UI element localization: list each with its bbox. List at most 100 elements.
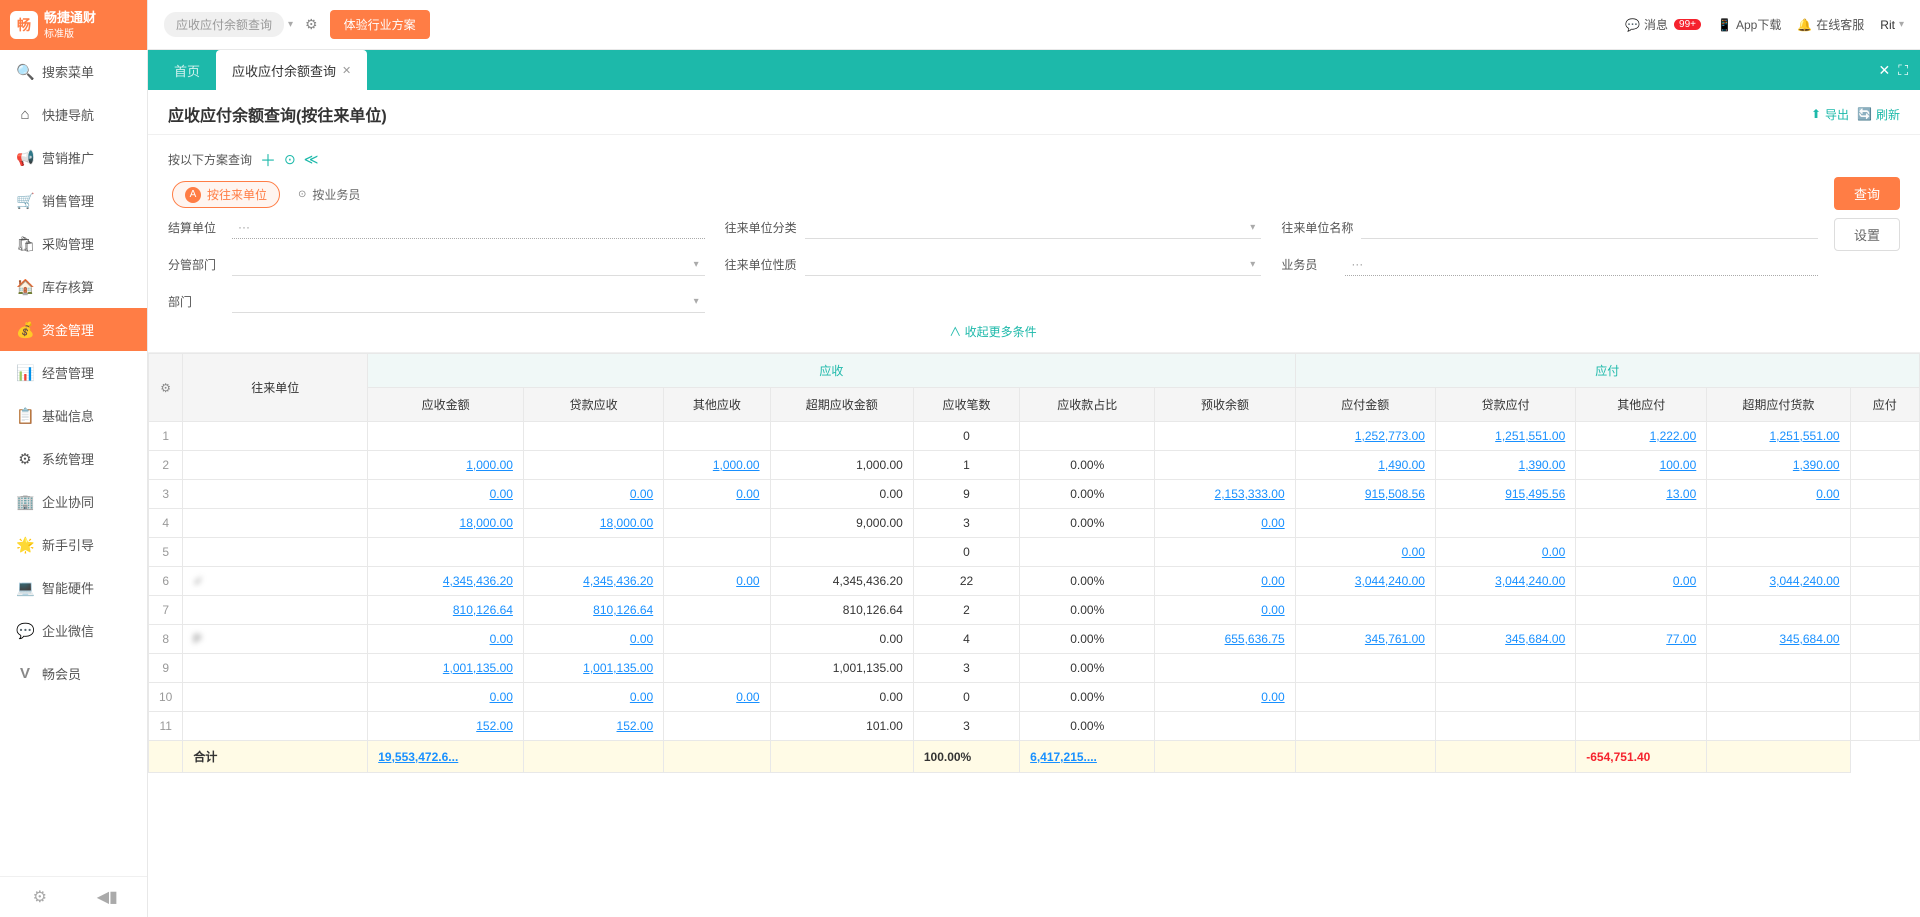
- data-cell[interactable]: 18,000.00: [368, 509, 524, 538]
- link-value[interactable]: 77.00: [1666, 632, 1696, 646]
- link-value[interactable]: 0.00: [736, 690, 759, 704]
- data-cell[interactable]: [1707, 712, 1850, 741]
- table-settings-col[interactable]: ⚙: [149, 354, 183, 422]
- link-value[interactable]: 0.00: [630, 487, 653, 501]
- link-value[interactable]: 1,251,551.00: [1495, 429, 1565, 443]
- data-cell[interactable]: [368, 538, 524, 567]
- data-cell[interactable]: [523, 538, 663, 567]
- user-action[interactable]: Rit ▾: [1880, 18, 1904, 32]
- data-cell[interactable]: [664, 654, 770, 683]
- sidebar-item-hardware[interactable]: 💻 智能硬件: [0, 566, 147, 609]
- data-cell[interactable]: 1,000.00: [368, 451, 524, 480]
- sidebar-settings-btn[interactable]: ⚙: [10, 887, 70, 907]
- data-cell[interactable]: [1707, 538, 1850, 567]
- data-cell[interactable]: [1295, 654, 1435, 683]
- link-value[interactable]: 0.00: [1816, 487, 1839, 501]
- data-cell[interactable]: [1155, 654, 1295, 683]
- data-cell[interactable]: [1707, 509, 1850, 538]
- link-value[interactable]: 0.00: [630, 632, 653, 646]
- link-value[interactable]: 3,044,240.00: [1770, 574, 1840, 588]
- export-button[interactable]: ⬆ 导出: [1811, 106, 1849, 123]
- data-cell[interactable]: 1,222.00: [1576, 422, 1707, 451]
- tab-close-icon[interactable]: ✕: [342, 64, 351, 77]
- link-value[interactable]: 0.00: [490, 487, 513, 501]
- data-cell[interactable]: 3,044,240.00: [1707, 567, 1850, 596]
- link-value[interactable]: 1,251,551.00: [1770, 429, 1840, 443]
- data-cell[interactable]: 152.00: [368, 712, 524, 741]
- data-cell[interactable]: 655,636.75: [1155, 625, 1295, 654]
- data-cell[interactable]: 1,001,135.00: [368, 654, 524, 683]
- link-value[interactable]: 0.00: [490, 632, 513, 646]
- expand-icon[interactable]: ⛶: [1898, 62, 1908, 79]
- data-cell[interactable]: 0.00: [368, 683, 524, 712]
- data-cell[interactable]: 0.00: [664, 480, 770, 509]
- data-cell[interactable]: 77.00: [1576, 625, 1707, 654]
- filter-department-input[interactable]: [238, 294, 694, 308]
- method-by-staff[interactable]: ⊙ 按业务员: [290, 181, 368, 208]
- data-cell[interactable]: [1707, 683, 1850, 712]
- data-cell[interactable]: [1295, 683, 1435, 712]
- sidebar-item-marketing[interactable]: 📢 营销推广: [0, 136, 147, 179]
- data-cell[interactable]: 4,345,436.20: [368, 567, 524, 596]
- data-cell[interactable]: 0.00: [1435, 538, 1575, 567]
- data-cell[interactable]: [1155, 712, 1295, 741]
- data-cell[interactable]: 0.00: [368, 480, 524, 509]
- link-value[interactable]: 0.00: [630, 690, 653, 704]
- data-cell[interactable]: [1155, 422, 1295, 451]
- data-cell[interactable]: 0.00: [1155, 567, 1295, 596]
- data-cell[interactable]: [1576, 683, 1707, 712]
- data-cell[interactable]: 1,490.00: [1295, 451, 1435, 480]
- link-value[interactable]: 4,345,436.20: [583, 574, 653, 588]
- filter-dept-head-input[interactable]: [238, 257, 694, 271]
- sidebar-item-inventory[interactable]: 🏠 库存核算: [0, 265, 147, 308]
- link-value[interactable]: 810,126.64: [593, 603, 653, 617]
- data-cell[interactable]: 0.00: [523, 480, 663, 509]
- sidebar-item-guide[interactable]: 🌟 新手引导: [0, 523, 147, 566]
- data-cell[interactable]: [1576, 654, 1707, 683]
- data-cell[interactable]: 810,126.64: [368, 596, 524, 625]
- filter-partner-category-input[interactable]: [811, 220, 1251, 234]
- data-cell[interactable]: [664, 596, 770, 625]
- data-cell[interactable]: [664, 509, 770, 538]
- filter-partner-name-input[interactable]: [1361, 216, 1818, 239]
- link-value[interactable]: 810,126.64: [453, 603, 513, 617]
- data-cell[interactable]: 915,508.56: [1295, 480, 1435, 509]
- data-cell[interactable]: 0.00: [1707, 480, 1850, 509]
- data-cell[interactable]: 0.00: [664, 683, 770, 712]
- data-cell[interactable]: 3,044,240.00: [1435, 567, 1575, 596]
- sidebar-item-enterprise[interactable]: 🏢 企业协同: [0, 480, 147, 523]
- link-value[interactable]: 3,044,240.00: [1355, 574, 1425, 588]
- link-value[interactable]: 1,000.00: [713, 458, 760, 472]
- filter-partner-nature-input[interactable]: [811, 257, 1251, 271]
- link-value[interactable]: 0.00: [1261, 603, 1284, 617]
- method-by-company[interactable]: A 按往来单位: [172, 181, 280, 208]
- query-button[interactable]: 查询: [1834, 177, 1900, 210]
- link-value[interactable]: 152.00: [476, 719, 513, 733]
- link-value[interactable]: 18,000.00: [600, 516, 653, 530]
- link-value[interactable]: 18,000.00: [460, 516, 513, 530]
- link-value[interactable]: 345,684.00: [1780, 632, 1840, 646]
- data-cell[interactable]: 100.00: [1576, 451, 1707, 480]
- link-value[interactable]: 345,684.00: [1505, 632, 1565, 646]
- link-value[interactable]: 0.00: [1402, 545, 1425, 559]
- data-cell[interactable]: [664, 625, 770, 654]
- data-cell[interactable]: 915,495.56: [1435, 480, 1575, 509]
- data-cell[interactable]: 0.00: [1155, 509, 1295, 538]
- filter-salesperson-input[interactable]: ···: [1345, 253, 1818, 276]
- data-cell[interactable]: 1,390.00: [1435, 451, 1575, 480]
- data-cell[interactable]: [1576, 509, 1707, 538]
- filter-settlement-input[interactable]: ···: [232, 216, 705, 239]
- data-cell[interactable]: [1435, 654, 1575, 683]
- link-value[interactable]: 0.00: [1673, 574, 1696, 588]
- data-cell[interactable]: [1155, 451, 1295, 480]
- data-cell[interactable]: 810,126.64: [523, 596, 663, 625]
- data-cell[interactable]: 0.00: [1155, 683, 1295, 712]
- data-cell[interactable]: [1435, 683, 1575, 712]
- data-cell[interactable]: 345,684.00: [1435, 625, 1575, 654]
- data-cell[interactable]: [1295, 712, 1435, 741]
- data-cell[interactable]: [368, 422, 524, 451]
- breadcrumb-caret[interactable]: ▾: [288, 19, 293, 30]
- data-cell[interactable]: [1295, 596, 1435, 625]
- link-value[interactable]: 0.00: [736, 487, 759, 501]
- link-value[interactable]: 3,044,240.00: [1495, 574, 1565, 588]
